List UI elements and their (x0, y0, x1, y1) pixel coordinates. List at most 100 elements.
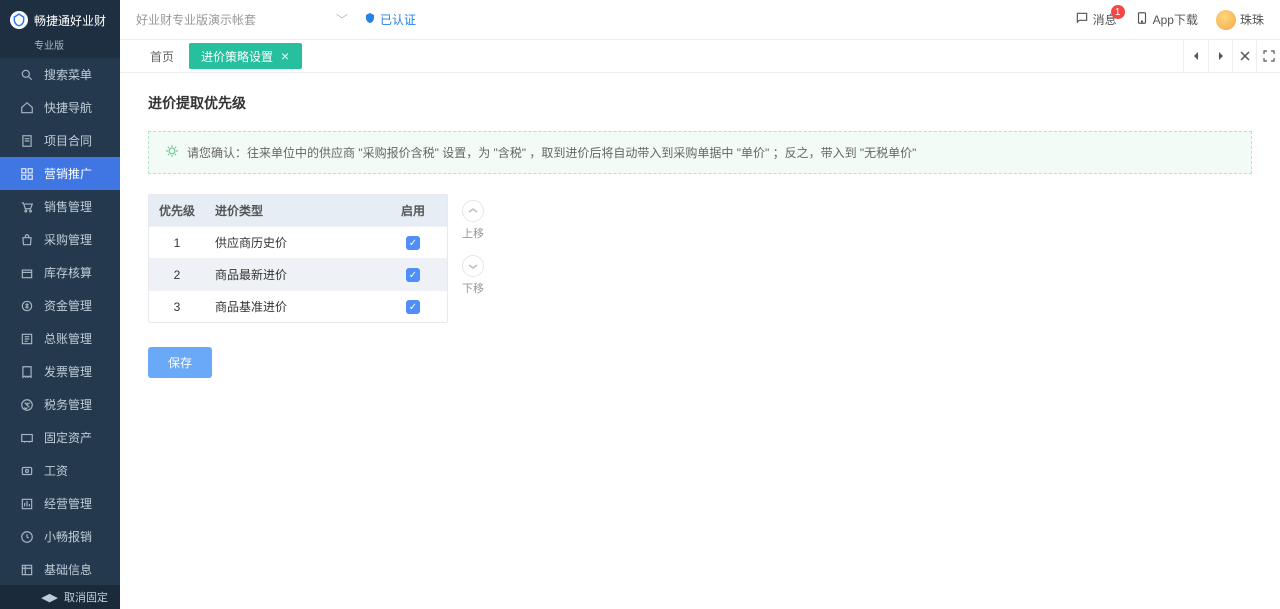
doc-icon (20, 134, 34, 148)
table-row[interactable]: 2商品最新进价 ✓ (149, 258, 447, 290)
user-name: 珠珠 (1240, 11, 1264, 28)
save-button[interactable]: 保存 (148, 347, 212, 378)
sidebar: 畅捷通好业财 专业版 搜索菜单快捷导航项目合同营销推广销售管理采购管理库存核算资… (0, 0, 120, 609)
asset-icon (20, 431, 34, 445)
tab-next-button[interactable] (1208, 40, 1232, 73)
table-head: 优先级 进价类型 启用 (149, 195, 447, 226)
account-name: 好业财专业版演示帐套 (136, 11, 256, 28)
save-label: 保存 (168, 356, 192, 370)
sidebar-item-6[interactable]: 库存核算 (0, 256, 120, 289)
topbar-left: 好业财专业版演示帐套 ﹀ 已认证 (136, 11, 416, 28)
sidebar-item-9[interactable]: 发票管理 (0, 355, 120, 388)
sidebar-item-12[interactable]: 工资 (0, 454, 120, 487)
col-type: 进价类型 (205, 195, 379, 226)
sidebar-item-4[interactable]: 销售管理 (0, 190, 120, 223)
sidebar-item-13[interactable]: 经营管理 (0, 487, 120, 520)
notice-text: 请您确认：往来单位中的供应商 "采购报价含税" 设置，为 "含税" ，取到进价后… (187, 144, 916, 161)
priority-table: 优先级 进价类型 启用 1供应商历史价✓2商品最新进价✓3商品基准进价✓ (148, 194, 448, 323)
tab-active-label: 进价策略设置 (201, 48, 273, 65)
brand-sub: 专业版 (0, 40, 120, 58)
sidebar-item-14[interactable]: 小畅报销 (0, 520, 120, 553)
avatar-icon (1216, 10, 1236, 30)
sidebar-item-2[interactable]: 项目合同 (0, 124, 120, 157)
sidebar-item-15[interactable]: 基础信息 (0, 553, 120, 586)
info-icon (165, 144, 179, 161)
message-icon (1075, 11, 1089, 28)
cart-icon (20, 200, 34, 214)
cell-priority: 3 (149, 293, 205, 321)
fullscreen-button[interactable] (1256, 40, 1280, 73)
cell-priority: 2 (149, 261, 205, 289)
notice-banner: 请您确认：往来单位中的供应商 "采购报价含税" 设置，为 "含税" ，取到进价后… (148, 131, 1252, 174)
sidebar-item-label: 采购管理 (44, 231, 92, 248)
bag-icon (20, 233, 34, 247)
sidebar-item-3[interactable]: 营销推广 (0, 157, 120, 190)
brand-logo-icon (10, 11, 28, 29)
sidebar-item-10[interactable]: 税务管理 (0, 388, 120, 421)
cell-type: 商品最新进价 (205, 259, 379, 290)
sidebar-item-label: 发票管理 (44, 363, 92, 380)
sidebar-item-label: 资金管理 (44, 297, 92, 314)
col-priority: 优先级 (149, 195, 205, 226)
close-icon[interactable]: × (281, 49, 289, 63)
col-enable: 启用 (379, 195, 447, 226)
grid-icon (20, 167, 34, 181)
sidebar-item-label: 税务管理 (44, 396, 92, 413)
topbar-right: 消息 1 App下载 珠珠 (1075, 10, 1264, 30)
tab-controls (1183, 40, 1280, 72)
sidebar-item-8[interactable]: 总账管理 (0, 322, 120, 355)
sidebar-item-label: 小畅报销 (44, 528, 92, 545)
brand-name: 畅捷通好业财 (34, 12, 106, 29)
manage-icon (20, 497, 34, 511)
cell-enable: ✓ (379, 228, 447, 258)
sidebar-item-label: 工资 (44, 462, 68, 479)
pin-icon: ◀▶ (41, 591, 58, 604)
sidebar-item-5[interactable]: 采购管理 (0, 223, 120, 256)
tab-close-all-button[interactable] (1232, 40, 1256, 73)
chevron-down-icon (462, 255, 484, 277)
info-icon (20, 563, 34, 577)
checkbox-checked-icon[interactable]: ✓ (406, 268, 420, 282)
verified-badge: 已认证 (364, 11, 416, 28)
topbar: 好业财专业版演示帐套 ﹀ 已认证 消息 1 (120, 0, 1280, 40)
sidebar-item-7[interactable]: 资金管理 (0, 289, 120, 322)
chevron-up-icon (462, 200, 484, 222)
chevron-down-icon: ﹀ (336, 11, 348, 28)
cell-enable: ✓ (379, 292, 447, 322)
home-icon (20, 101, 34, 115)
sidebar-item-label: 基础信息 (44, 561, 92, 578)
cell-enable: ✓ (379, 260, 447, 290)
sidebar-item-0[interactable]: 搜索菜单 (0, 58, 120, 91)
download-button[interactable]: App下载 (1135, 11, 1198, 28)
sidebar-item-label: 固定资产 (44, 429, 92, 446)
user-menu[interactable]: 珠珠 (1216, 10, 1264, 30)
sidebar-item-1[interactable]: 快捷导航 (0, 91, 120, 124)
move-down-button[interactable]: 下移 (462, 255, 484, 296)
tabbar: 首页 进价策略设置 × (120, 40, 1280, 73)
tab-active[interactable]: 进价策略设置 × (189, 43, 302, 69)
tab-prev-button[interactable] (1184, 40, 1208, 73)
tab-home[interactable]: 首页 (136, 40, 189, 72)
coin-icon (20, 299, 34, 313)
salary-icon (20, 464, 34, 478)
pin-toggle[interactable]: ◀▶ 取消固定 (0, 585, 120, 609)
move-down-label: 下移 (462, 280, 484, 296)
checkbox-checked-icon[interactable]: ✓ (406, 236, 420, 250)
sidebar-item-label: 快捷导航 (44, 99, 92, 116)
content: 进价提取优先级 请您确认：往来单位中的供应商 "采购报价含税" 设置，为 "含税… (120, 73, 1280, 609)
message-button[interactable]: 消息 1 (1075, 11, 1117, 28)
sidebar-item-label: 总账管理 (44, 330, 92, 347)
sidebar-item-label: 经营管理 (44, 495, 92, 512)
move-up-button[interactable]: 上移 (462, 200, 484, 241)
checkbox-checked-icon[interactable]: ✓ (406, 300, 420, 314)
table-row[interactable]: 3商品基准进价✓ (149, 290, 447, 322)
search-icon (20, 68, 34, 82)
sidebar-item-11[interactable]: 固定资产 (0, 421, 120, 454)
ledger-icon (20, 332, 34, 346)
sidebar-item-label: 库存核算 (44, 264, 92, 281)
sidebar-item-label: 销售管理 (44, 198, 92, 215)
download-icon (1135, 11, 1149, 28)
account-select[interactable]: 好业财专业版演示帐套 ﹀ (136, 11, 348, 28)
page-title: 进价提取优先级 (148, 93, 1252, 113)
table-row[interactable]: 1供应商历史价✓ (149, 226, 447, 258)
